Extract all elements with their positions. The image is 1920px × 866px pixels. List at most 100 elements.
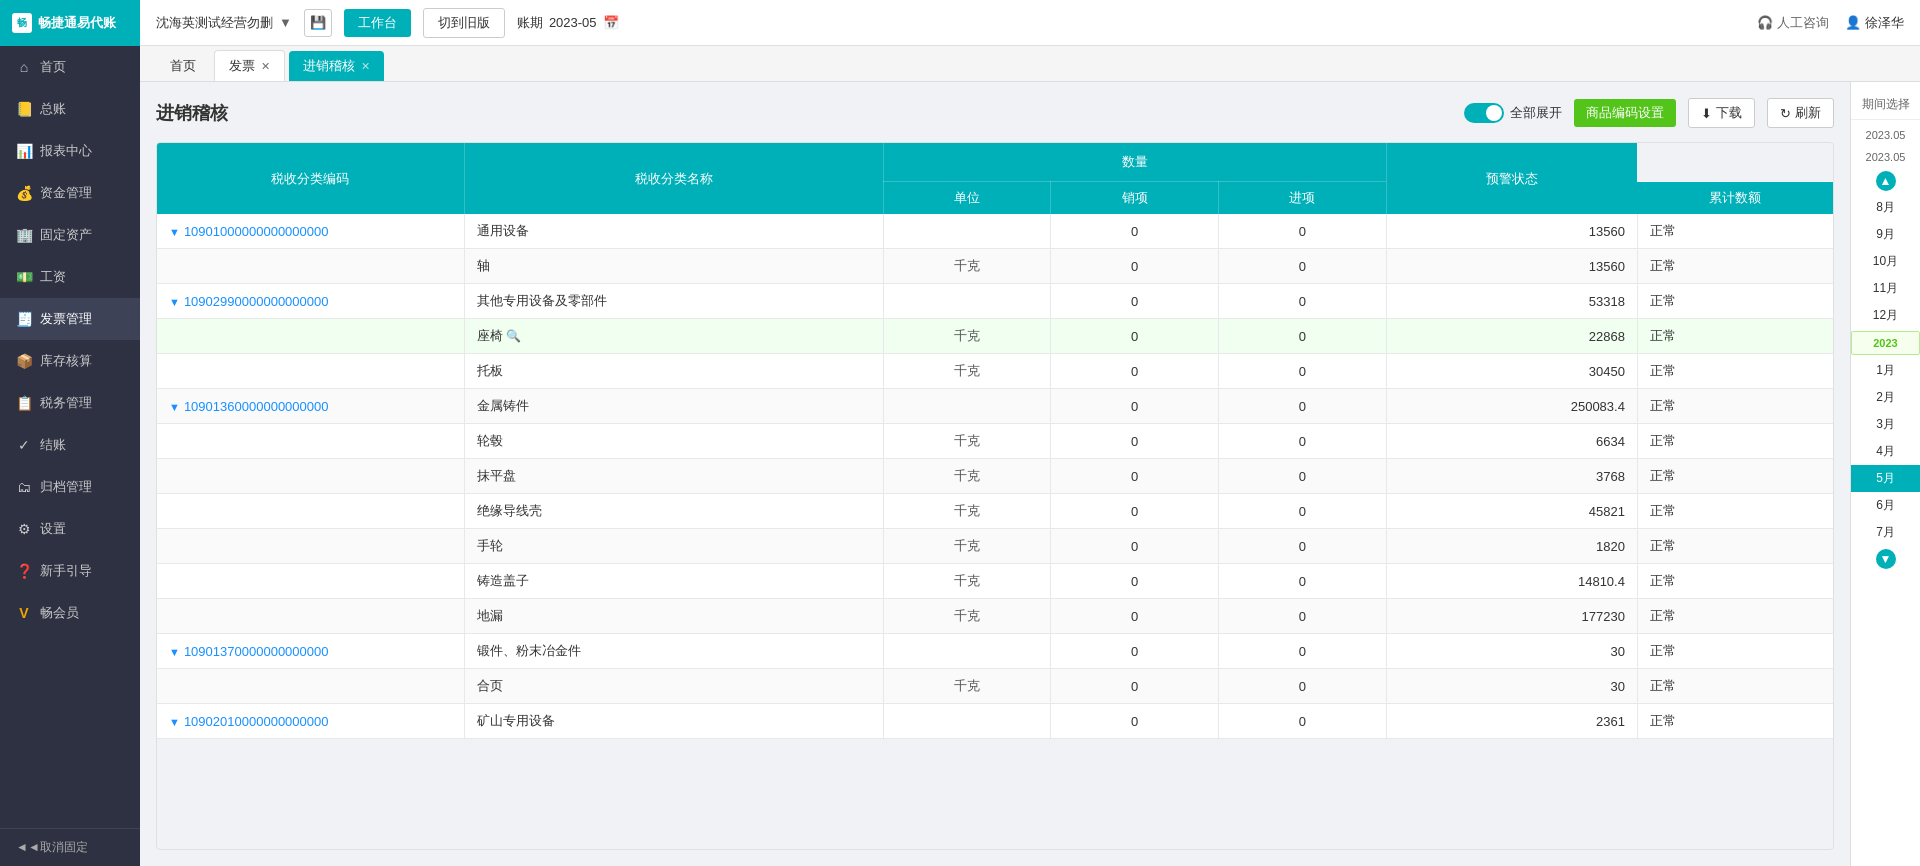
sidebar-item-tax[interactable]: 📋 税务管理: [0, 382, 140, 424]
collapse-icon[interactable]: ▼: [169, 401, 180, 413]
period-9[interactable]: 9月: [1851, 221, 1920, 248]
tab-home[interactable]: 首页: [156, 51, 210, 81]
user-menu[interactable]: 👤 徐泽华: [1845, 14, 1904, 32]
collapse-icon[interactable]: ▼: [169, 226, 180, 238]
period-5-active[interactable]: 5月: [1851, 465, 1920, 492]
row-sales: 0: [1051, 459, 1219, 494]
collapse-icon[interactable]: ▼: [169, 646, 180, 658]
expand-toggle-switch[interactable]: [1464, 103, 1504, 123]
row-purchase: 0: [1218, 459, 1386, 494]
sidebar-item-report[interactable]: 📊 报表中心: [0, 130, 140, 172]
period-10[interactable]: 10月: [1851, 248, 1920, 275]
product-code-button[interactable]: 商品编码设置: [1574, 99, 1676, 127]
sidebar-item-label: 新手引导: [40, 562, 92, 580]
period-label: 账期: [517, 14, 543, 32]
row-status: 正常: [1637, 459, 1833, 494]
period-6[interactable]: 6月: [1851, 492, 1920, 519]
period-2023-05-2[interactable]: 2023.05: [1851, 146, 1920, 168]
sidebar-item-settle[interactable]: ✓ 结账: [0, 424, 140, 466]
sidebar-item-label: 结账: [40, 436, 66, 454]
table-row: ▼10901370000000000000 锻件、粉末冶金件 0 0 30 正常: [157, 634, 1833, 669]
company-selector[interactable]: 沈海英测试经营勿删 ▼: [156, 14, 292, 32]
period-2[interactable]: 2月: [1851, 384, 1920, 411]
tab-invoice-close[interactable]: ✕: [261, 60, 270, 73]
period-8[interactable]: 8月: [1851, 194, 1920, 221]
table-row: 轮毂 千克 0 0 6634 正常: [157, 424, 1833, 459]
sidebar-item-payroll[interactable]: 💵 工资: [0, 256, 140, 298]
col-status: 预警状态: [1386, 143, 1637, 214]
row-name: 轴: [464, 249, 883, 284]
row-status: 正常: [1637, 599, 1833, 634]
row-code: [157, 424, 464, 459]
sidebar-item-settings[interactable]: ⚙ 设置: [0, 508, 140, 550]
period-3[interactable]: 3月: [1851, 411, 1920, 438]
row-unit: [883, 214, 1051, 249]
collapse-icon[interactable]: ▼: [169, 296, 180, 308]
row-unit: 千克: [883, 599, 1051, 634]
search-in-name-icon[interactable]: 🔍: [506, 329, 521, 343]
period-down-button[interactable]: ▼: [1876, 549, 1896, 569]
row-name: 铸造盖子: [464, 564, 883, 599]
sidebar-item-home[interactable]: ⌂ 首页: [0, 46, 140, 88]
period-1[interactable]: 1月: [1851, 357, 1920, 384]
row-unit: 千克: [883, 494, 1051, 529]
row-code: [157, 319, 464, 354]
period-selector[interactable]: 账期 2023-05 📅: [517, 14, 619, 32]
sidebar-item-label: 库存核算: [40, 352, 92, 370]
switch-version-button[interactable]: 切到旧版: [423, 8, 505, 38]
expand-all-toggle[interactable]: 全部展开: [1464, 103, 1562, 123]
support-label: 人工咨询: [1777, 14, 1829, 32]
row-status: 正常: [1637, 424, 1833, 459]
sidebar-item-asset[interactable]: 🏢 固定资产: [0, 214, 140, 256]
archive-icon: 🗂: [16, 479, 32, 495]
sidebar-item-fund[interactable]: 💰 资金管理: [0, 172, 140, 214]
row-status: 正常: [1637, 634, 1833, 669]
period-2023-05-top[interactable]: 2023.05: [1851, 124, 1920, 146]
download-button[interactable]: ⬇ 下载: [1688, 98, 1755, 128]
period-4[interactable]: 4月: [1851, 438, 1920, 465]
row-code: ▼10902010000000000000: [157, 704, 464, 739]
period-up-button[interactable]: ▲: [1876, 171, 1896, 191]
asset-icon: 🏢: [16, 227, 32, 243]
period-12[interactable]: 12月: [1851, 302, 1920, 329]
tab-invoice[interactable]: 发票 ✕: [214, 50, 285, 81]
payroll-icon: 💵: [16, 269, 32, 285]
period-7[interactable]: 7月: [1851, 519, 1920, 546]
row-status: 正常: [1637, 494, 1833, 529]
sidebar-item-stock[interactable]: 📦 库存核算: [0, 340, 140, 382]
table-row: 绝缘导线壳 千克 0 0 45821 正常: [157, 494, 1833, 529]
row-unit: [883, 284, 1051, 319]
collapse-icon[interactable]: ▼: [169, 716, 180, 728]
topbar-right: 🎧 人工咨询 👤 徐泽华: [1757, 14, 1904, 32]
col-unit: 单位: [883, 182, 1051, 215]
workbench-button[interactable]: 工作台: [344, 9, 411, 37]
col-tax-name: 税收分类名称: [464, 143, 883, 214]
row-total: 14810.4: [1386, 564, 1637, 599]
unpin-button[interactable]: ◄◄取消固定: [0, 829, 140, 866]
settle-icon: ✓: [16, 437, 32, 453]
row-total: 13560: [1386, 249, 1637, 284]
row-name: 轮毂: [464, 424, 883, 459]
tab-reconcile[interactable]: 进销稽核 ✕: [289, 51, 384, 81]
sidebar-item-member[interactable]: V 畅会员: [0, 592, 140, 634]
year-2023-label: 2023: [1851, 331, 1920, 355]
support-button[interactable]: 🎧 人工咨询: [1757, 14, 1829, 32]
col-tax-code: 税收分类编码: [157, 143, 464, 214]
sidebar-item-invoice[interactable]: 🧾 发票管理: [0, 298, 140, 340]
period-11[interactable]: 11月: [1851, 275, 1920, 302]
sidebar-item-guide[interactable]: ❓ 新手引导: [0, 550, 140, 592]
refresh-button[interactable]: ↻ 刷新: [1767, 98, 1834, 128]
sidebar-bottom: ◄◄取消固定: [0, 828, 140, 866]
save-button[interactable]: 💾: [304, 9, 332, 37]
row-total: 2361: [1386, 704, 1637, 739]
row-name: 锻件、粉末冶金件: [464, 634, 883, 669]
logo-text: 畅捷通易代账: [38, 14, 116, 32]
download-icon: ⬇: [1701, 106, 1712, 121]
unpin-label: ◄◄取消固定: [16, 839, 88, 856]
sidebar-item-archive[interactable]: 🗂 归档管理: [0, 466, 140, 508]
row-unit: 千克: [883, 669, 1051, 704]
sidebar-item-label: 报表中心: [40, 142, 92, 160]
sidebar-item-ledger[interactable]: 📒 总账: [0, 88, 140, 130]
row-unit: 千克: [883, 564, 1051, 599]
tab-reconcile-close[interactable]: ✕: [361, 60, 370, 73]
